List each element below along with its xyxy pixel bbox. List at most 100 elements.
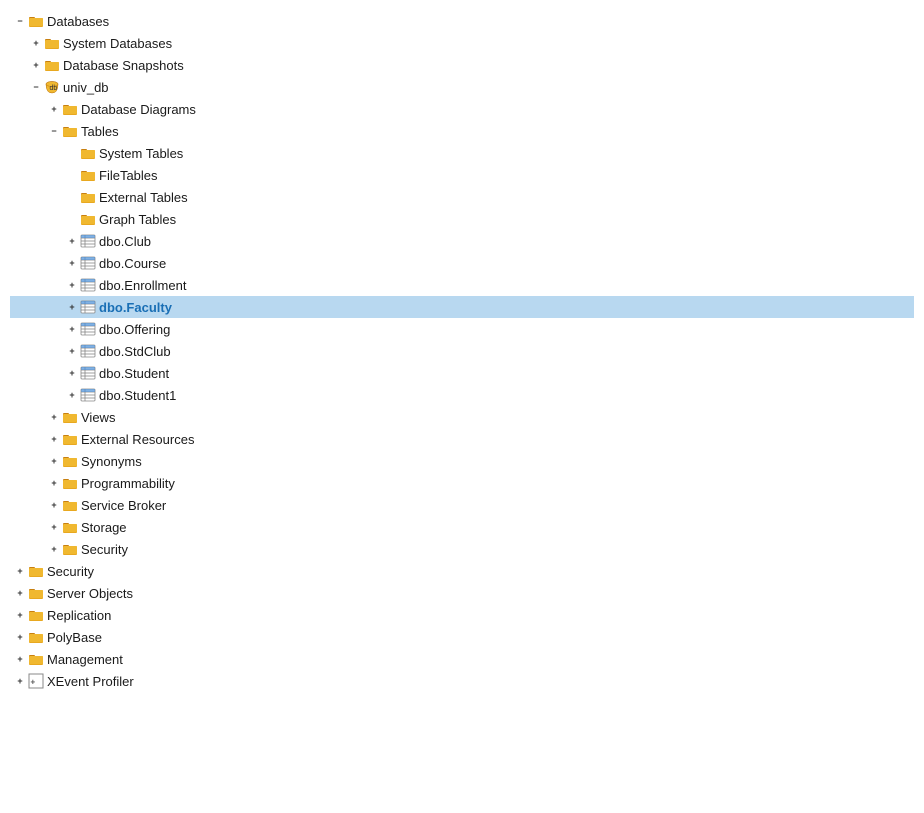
folder-icon-external-resources <box>62 431 78 447</box>
label-service-broker: Service Broker <box>81 498 166 513</box>
folder-icon-programmability <box>62 475 78 491</box>
label-dbo-student1: dbo.Student1 <box>99 388 176 403</box>
label-synonyms: Synonyms <box>81 454 142 469</box>
tree-item-dbo-student[interactable]: dbo.Student <box>10 362 914 384</box>
table-icon-dbo-course <box>80 255 96 271</box>
label-dbo-offering: dbo.Offering <box>99 322 170 337</box>
label-server-objects: Server Objects <box>47 586 133 601</box>
tree-item-system-tables[interactable]: System Tables <box>10 142 914 164</box>
tree-item-security-db[interactable]: Security <box>10 538 914 560</box>
db-icon-univ-db: db <box>44 79 60 95</box>
expander-synonyms[interactable] <box>46 453 62 469</box>
folder-icon-database-snapshots <box>44 57 60 73</box>
tree-item-views[interactable]: Views <box>10 406 914 428</box>
tree-item-database-diagrams[interactable]: Database Diagrams <box>10 98 914 120</box>
tree-item-external-resources[interactable]: External Resources <box>10 428 914 450</box>
label-replication: Replication <box>47 608 111 623</box>
svg-text:+: + <box>31 678 36 687</box>
expander-replication[interactable] <box>12 607 28 623</box>
tree-item-programmability[interactable]: Programmability <box>10 472 914 494</box>
tree-item-dbo-offering[interactable]: dbo.Offering <box>10 318 914 340</box>
folder-icon-database-diagrams <box>62 101 78 117</box>
label-views: Views <box>81 410 115 425</box>
label-management: Management <box>47 652 123 667</box>
expander-database-snapshots[interactable] <box>28 57 44 73</box>
tree-item-management[interactable]: Management <box>10 648 914 670</box>
folder-icon-file-tables <box>80 167 96 183</box>
object-explorer-tree: Databases System Databases Database Snap… <box>10 10 914 692</box>
tree-item-databases[interactable]: Databases <box>10 10 914 32</box>
folder-icon-external-tables <box>80 189 96 205</box>
tree-item-storage[interactable]: Storage <box>10 516 914 538</box>
label-dbo-faculty: dbo.Faculty <box>99 300 172 315</box>
expander-dbo-club[interactable] <box>64 233 80 249</box>
tree-item-graph-tables[interactable]: Graph Tables <box>10 208 914 230</box>
expander-system-databases[interactable] <box>28 35 44 51</box>
folder-icon-system-tables <box>80 145 96 161</box>
label-system-databases: System Databases <box>63 36 172 51</box>
expander-server-objects[interactable] <box>12 585 28 601</box>
folder-icon-databases <box>28 13 44 29</box>
tree-item-xevent-profiler[interactable]: + XEvent Profiler <box>10 670 914 692</box>
tree-item-system-databases[interactable]: System Databases <box>10 32 914 54</box>
expander-dbo-offering[interactable] <box>64 321 80 337</box>
tree-item-server-objects[interactable]: Server Objects <box>10 582 914 604</box>
expander-dbo-stdclub[interactable] <box>64 343 80 359</box>
expander-dbo-faculty[interactable] <box>64 299 80 315</box>
expander-service-broker[interactable] <box>46 497 62 513</box>
folder-icon-management <box>28 651 44 667</box>
tree-item-service-broker[interactable]: Service Broker <box>10 494 914 516</box>
tree-item-dbo-stdclub[interactable]: dbo.StdClub <box>10 340 914 362</box>
folder-icon-system-databases <box>44 35 60 51</box>
label-external-resources: External Resources <box>81 432 194 447</box>
expander-programmability[interactable] <box>46 475 62 491</box>
label-dbo-club: dbo.Club <box>99 234 151 249</box>
expander-univ-db[interactable] <box>28 79 44 95</box>
folder-icon-tables <box>62 123 78 139</box>
tree-item-file-tables[interactable]: FileTables <box>10 164 914 186</box>
tree-item-dbo-student1[interactable]: dbo.Student1 <box>10 384 914 406</box>
expander-databases[interactable] <box>12 13 28 29</box>
expander-polybase[interactable] <box>12 629 28 645</box>
label-tables: Tables <box>81 124 119 139</box>
tree-item-database-snapshots[interactable]: Database Snapshots <box>10 54 914 76</box>
tree-item-univ-db[interactable]: db univ_db <box>10 76 914 98</box>
label-graph-tables: Graph Tables <box>99 212 176 227</box>
folder-icon-security <box>28 563 44 579</box>
folder-icon-polybase <box>28 629 44 645</box>
expander-storage[interactable] <box>46 519 62 535</box>
tree-item-dbo-enrollment[interactable]: dbo.Enrollment <box>10 274 914 296</box>
table-icon-dbo-enrollment <box>80 277 96 293</box>
expander-dbo-student1[interactable] <box>64 387 80 403</box>
label-xevent-profiler: XEvent Profiler <box>47 674 134 689</box>
folder-icon-views <box>62 409 78 425</box>
folder-icon-graph-tables <box>80 211 96 227</box>
tree-item-dbo-club[interactable]: dbo.Club <box>10 230 914 252</box>
table-icon-dbo-club <box>80 233 96 249</box>
tree-item-external-tables[interactable]: External Tables <box>10 186 914 208</box>
label-dbo-student: dbo.Student <box>99 366 169 381</box>
tree-item-security[interactable]: Security <box>10 560 914 582</box>
svg-text:db: db <box>50 85 58 92</box>
tree-item-dbo-course[interactable]: dbo.Course <box>10 252 914 274</box>
expander-dbo-enrollment[interactable] <box>64 277 80 293</box>
folder-icon-synonyms <box>62 453 78 469</box>
tree-item-tables[interactable]: Tables <box>10 120 914 142</box>
tree-item-replication[interactable]: Replication <box>10 604 914 626</box>
expander-xevent-profiler[interactable] <box>12 673 28 689</box>
table-icon-dbo-offering <box>80 321 96 337</box>
expander-security[interactable] <box>12 563 28 579</box>
label-external-tables: External Tables <box>99 190 188 205</box>
expander-external-resources[interactable] <box>46 431 62 447</box>
expander-views[interactable] <box>46 409 62 425</box>
expander-tables[interactable] <box>46 123 62 139</box>
tree-item-synonyms[interactable]: Synonyms <box>10 450 914 472</box>
expander-dbo-student[interactable] <box>64 365 80 381</box>
expander-management[interactable] <box>12 651 28 667</box>
tree-item-polybase[interactable]: PolyBase <box>10 626 914 648</box>
expander-security-db[interactable] <box>46 541 62 557</box>
expander-database-diagrams[interactable] <box>46 101 62 117</box>
tree-item-dbo-faculty[interactable]: dbo.Faculty <box>10 296 914 318</box>
folder-icon-replication <box>28 607 44 623</box>
expander-dbo-course[interactable] <box>64 255 80 271</box>
